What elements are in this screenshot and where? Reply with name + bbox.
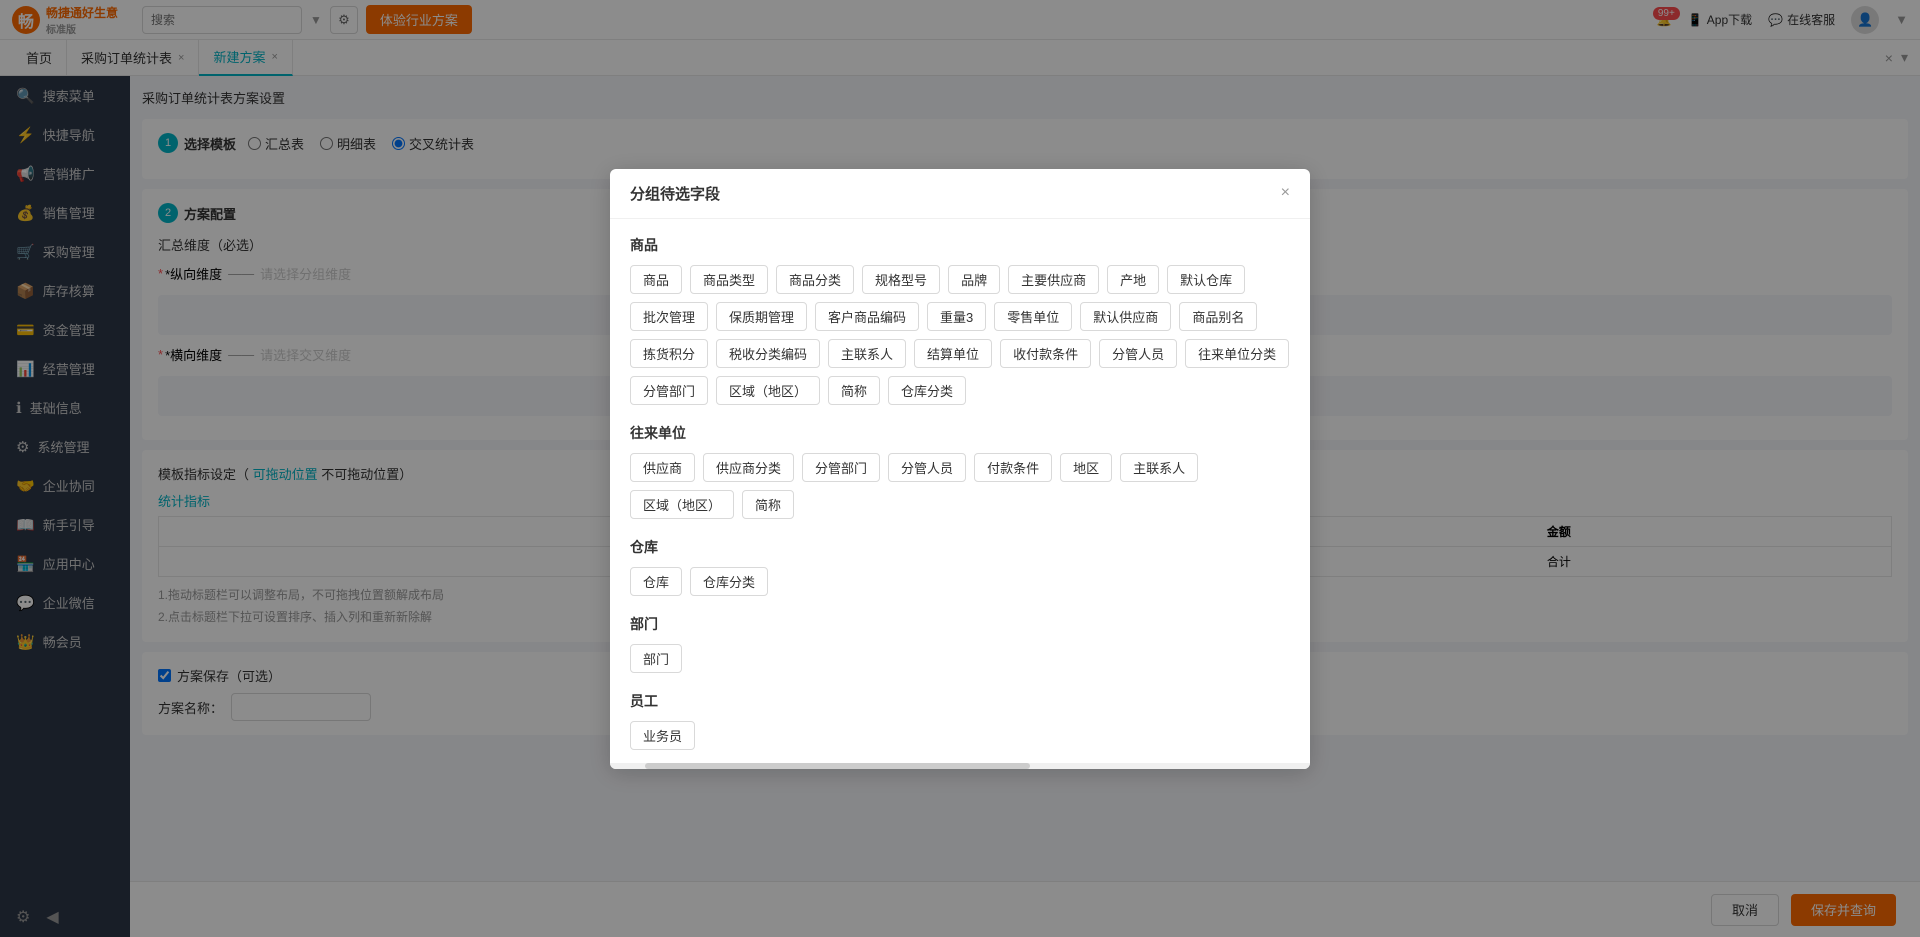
field-tag-2-1[interactable]: 仓库分类 (690, 567, 768, 596)
modal: 分组待选字段 × 商品商品商品类型商品分类规格型号品牌主要供应商产地默认仓库批次… (610, 169, 1310, 769)
field-group-2: 仓库仓库仓库分类 (630, 537, 1290, 596)
field-group-title-3: 部门 (630, 614, 1290, 634)
field-tag-1-6[interactable]: 主联系人 (1120, 453, 1198, 482)
field-group-title-4: 员工 (630, 691, 1290, 711)
field-tag-0-25[interactable]: 仓库分类 (888, 376, 966, 405)
field-tag-0-20[interactable]: 分管人员 (1099, 339, 1177, 368)
field-tag-0-6[interactable]: 产地 (1107, 265, 1159, 294)
field-group-title-0: 商品 (630, 235, 1290, 255)
field-tag-1-7[interactable]: 区域（地区） (630, 490, 734, 519)
field-tag-0-19[interactable]: 收付款条件 (1000, 339, 1091, 368)
field-tags-1: 供应商供应商分类分管部门分管人员付款条件地区主联系人区域（地区） 简称 (630, 453, 1290, 519)
field-group-title-1: 往来单位 (630, 423, 1290, 443)
modal-close-button[interactable]: × (1281, 184, 1290, 202)
field-tag-0-15[interactable]: 拣货积分 (630, 339, 708, 368)
field-tag-0-0[interactable]: 商品 (630, 265, 682, 294)
modal-header: 分组待选字段 × (610, 169, 1310, 219)
field-group-3: 部门部门 (630, 614, 1290, 673)
modal-title: 分组待选字段 (630, 183, 720, 204)
field-tag-0-5[interactable]: 主要供应商 (1008, 265, 1099, 294)
field-tag-0-1[interactable]: 商品类型 (690, 265, 768, 294)
field-tags-4: 业务员 (630, 721, 1290, 750)
field-tag-0-17[interactable]: 主联系人 (828, 339, 906, 368)
field-tag-0-7[interactable]: 默认仓库 (1167, 265, 1245, 294)
field-tag-1-0[interactable]: 供应商 (630, 453, 695, 482)
field-tag-0-2[interactable]: 商品分类 (776, 265, 854, 294)
field-group-1: 往来单位供应商供应商分类分管部门分管人员付款条件地区主联系人区域（地区） 简称 (630, 423, 1290, 519)
field-group-0: 商品商品商品类型商品分类规格型号品牌主要供应商产地默认仓库批次管理保质期管理客户… (630, 235, 1290, 405)
field-tag-0-13[interactable]: 默认供应商 (1080, 302, 1171, 331)
field-tag-0-23[interactable]: 区域（地区） (716, 376, 820, 405)
field-tag-1-3[interactable]: 分管人员 (888, 453, 966, 482)
modal-overlay: 分组待选字段 × 商品商品商品类型商品分类规格型号品牌主要供应商产地默认仓库批次… (0, 0, 1920, 937)
field-tag-3-0[interactable]: 部门 (630, 644, 682, 673)
field-tag-0-11[interactable]: 重量3 (927, 302, 986, 331)
modal-scrollbar-thumb (645, 763, 1030, 768)
field-tag-0-16[interactable]: 税收分类编码 (716, 339, 820, 368)
field-tag-1-1[interactable]: 供应商分类 (703, 453, 794, 482)
field-tag-0-22[interactable]: 分管部门 (630, 376, 708, 405)
modal-body[interactable]: 商品商品商品类型商品分类规格型号品牌主要供应商产地默认仓库批次管理保质期管理客户… (610, 219, 1310, 764)
field-tag-0-21[interactable]: 往来单位分类 (1185, 339, 1289, 368)
field-tag-4-0[interactable]: 业务员 (630, 721, 695, 750)
field-tag-0-12[interactable]: 零售单位 (994, 302, 1072, 331)
field-tag-0-4[interactable]: 品牌 (948, 265, 1000, 294)
field-tag-2-0[interactable]: 仓库 (630, 567, 682, 596)
field-tags-2: 仓库仓库分类 (630, 567, 1290, 596)
field-tags-0: 商品商品类型商品分类规格型号品牌主要供应商产地默认仓库批次管理保质期管理客户商品… (630, 265, 1290, 405)
field-tag-1-4[interactable]: 付款条件 (974, 453, 1052, 482)
field-tag-0-10[interactable]: 客户商品编码 (815, 302, 919, 331)
field-tag-1-5[interactable]: 地区 (1060, 453, 1112, 482)
field-tag-0-14[interactable]: 商品别名 (1179, 302, 1257, 331)
field-tags-3: 部门 (630, 644, 1290, 673)
field-tag-0-9[interactable]: 保质期管理 (716, 302, 807, 331)
field-tag-0-24[interactable]: 简称 (828, 376, 880, 405)
field-group-4: 员工业务员 (630, 691, 1290, 750)
field-tag-0-18[interactable]: 结算单位 (914, 339, 992, 368)
field-tag-0-3[interactable]: 规格型号 (862, 265, 940, 294)
field-tag-1-8[interactable]: 简称 (742, 490, 794, 519)
modal-scrollbar-track (610, 763, 1310, 768)
field-tag-1-2[interactable]: 分管部门 (802, 453, 880, 482)
field-group-title-2: 仓库 (630, 537, 1290, 557)
field-tag-0-8[interactable]: 批次管理 (630, 302, 708, 331)
